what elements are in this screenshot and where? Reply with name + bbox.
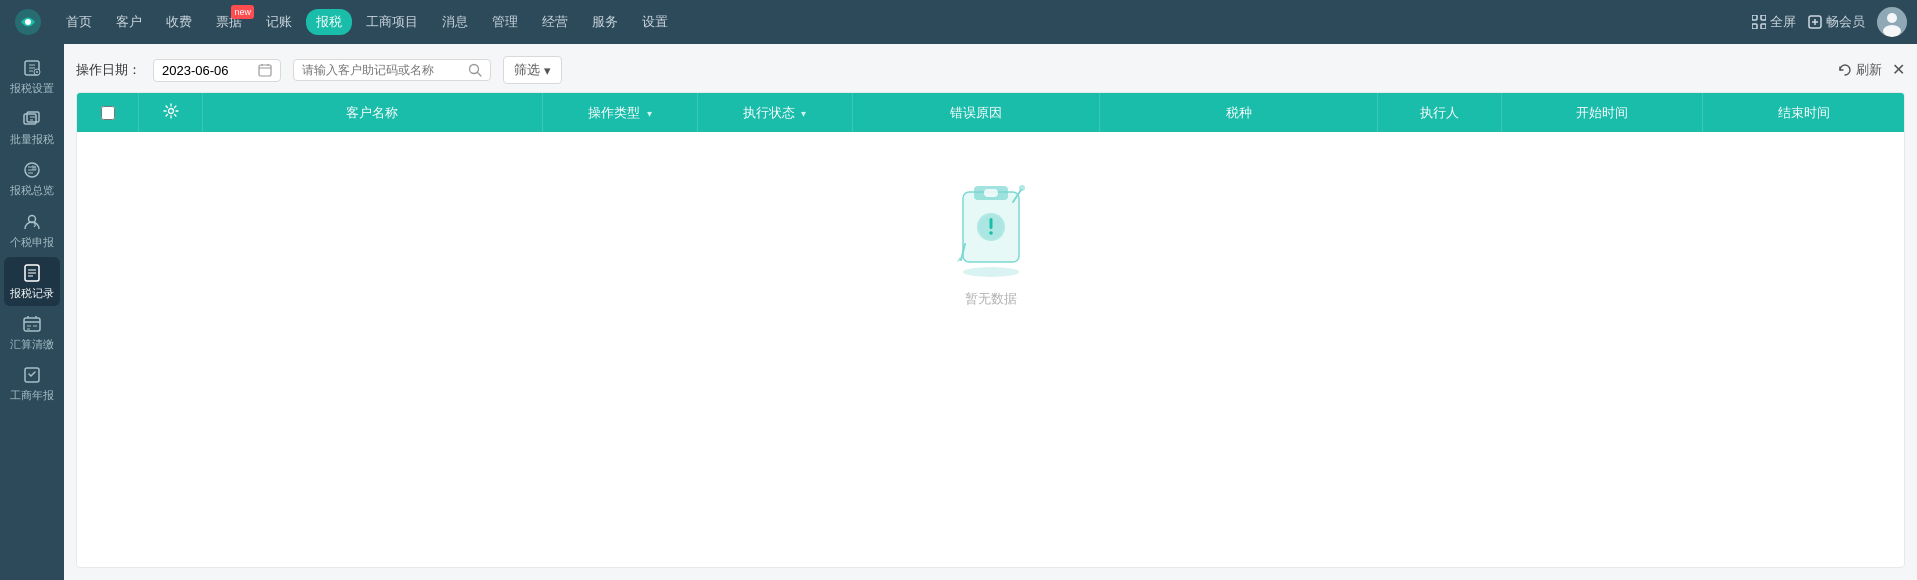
avatar[interactable]: [1877, 7, 1907, 37]
top-nav-right: 全屏 畅会员: [1752, 7, 1907, 37]
chevron-down-icon: ▾: [544, 63, 551, 78]
col-header-tax: 税种: [1100, 93, 1378, 132]
empty-illustration: [941, 172, 1041, 282]
nav-item-manage[interactable]: 管理: [482, 9, 528, 35]
new-badge: new: [231, 5, 254, 19]
data-table: 客户名称 操作类型 ▾ 执行状态 ▾ 错误原因 税种 执行人: [77, 93, 1904, 348]
svg-point-22: [963, 267, 1019, 277]
svg-point-21: [168, 109, 173, 114]
svg-point-9: [1883, 25, 1901, 37]
svg-marker-31: [957, 257, 961, 262]
nav-item-tax[interactable]: 报税: [306, 9, 352, 35]
svg-point-8: [1887, 13, 1897, 23]
empty-text: 暂无数据: [965, 290, 1017, 308]
empty-state: 暂无数据: [77, 132, 1904, 348]
col-header-settings[interactable]: [139, 93, 202, 132]
svg-rect-28: [989, 218, 992, 229]
filter-button[interactable]: 筛选 ▾: [503, 56, 562, 84]
fullscreen-button[interactable]: 全屏: [1752, 13, 1796, 31]
svg-point-1: [25, 19, 31, 25]
table-container: 客户名称 操作类型 ▾ 执行状态 ▾ 错误原因 税种 执行人: [76, 92, 1905, 568]
svg-rect-3: [1761, 15, 1766, 20]
refresh-icon: [1838, 63, 1852, 77]
col-status-label: 执行状态: [743, 105, 795, 120]
table-body: 暂无数据: [77, 132, 1904, 348]
col-header-start: 开始时间: [1502, 93, 1703, 132]
table-header: 客户名称 操作类型 ▾ 执行状态 ▾ 错误原因 税种 执行人: [77, 93, 1904, 132]
sidebar-item-tax-summary[interactable]: 报税总览: [4, 154, 60, 203]
sidebar-item-annual-report[interactable]: 工商年报: [4, 359, 60, 408]
sidebar-item-tax-record[interactable]: 报税记录: [4, 257, 60, 306]
top-navigation: 首页 客户 收费 票据 new 记账 报税 工商项目 消息 管理 经营 服务 设…: [0, 0, 1917, 44]
sidebar-label-tax-settings: 报税设置: [10, 82, 54, 95]
svg-point-29: [989, 231, 993, 235]
nav-item-commerce[interactable]: 工商项目: [356, 9, 428, 35]
col-header-optype[interactable]: 操作类型 ▾: [543, 93, 698, 132]
sidebar-label-batch-tax: 批量报税: [10, 133, 54, 146]
nav-item-message[interactable]: 消息: [432, 9, 478, 35]
svg-point-33: [1019, 185, 1025, 191]
optype-filter-icon: ▾: [647, 108, 652, 119]
nav-item-settings[interactable]: 设置: [632, 9, 678, 35]
search-wrapper[interactable]: [293, 59, 491, 81]
sidebar-item-settlement[interactable]: 汇算清缴: [4, 308, 60, 357]
empty-state-row: 暂无数据: [77, 132, 1904, 348]
nav-item-fee[interactable]: 收费: [156, 9, 202, 35]
sidebar-label-annual-report: 工商年报: [10, 389, 54, 402]
select-all-checkbox[interactable]: [101, 106, 115, 120]
svg-rect-5: [1761, 24, 1766, 29]
svg-rect-4: [1752, 24, 1757, 29]
calendar-icon: [258, 63, 272, 77]
sidebar-label-tax-record: 报税记录: [10, 287, 54, 300]
nav-item-service[interactable]: 服务: [582, 9, 628, 35]
date-input[interactable]: [162, 63, 252, 78]
member-button[interactable]: 畅会员: [1808, 13, 1865, 31]
filter-label: 筛选: [514, 61, 540, 79]
svg-rect-25: [984, 189, 998, 197]
app-logo[interactable]: [10, 4, 46, 40]
settings-icon: [163, 103, 179, 119]
main-layout: 报税设置 批量报税 报税总览 个税申报: [0, 44, 1917, 580]
sidebar-item-tax-settings[interactable]: 报税设置: [4, 52, 60, 101]
col-header-end: 结束时间: [1703, 93, 1904, 132]
nav-item-operation[interactable]: 经营: [532, 9, 578, 35]
nav-item-invoice[interactable]: 票据 new: [206, 9, 252, 35]
main-panel: 操作日期： 筛选 ▾: [64, 44, 1917, 580]
nav-items: 首页 客户 收费 票据 new 记账 报税 工商项目 消息 管理 经营 服务 设…: [56, 9, 1752, 35]
empty-state-cell: 暂无数据: [77, 132, 1904, 348]
svg-rect-19: [259, 65, 271, 76]
col-optype-label: 操作类型: [588, 105, 640, 120]
sidebar-item-personal-tax[interactable]: 个税申报: [4, 206, 60, 255]
sidebar-label-tax-summary: 报税总览: [10, 184, 54, 197]
fullscreen-label: 全屏: [1770, 13, 1796, 31]
sidebar-label-settlement: 汇算清缴: [10, 338, 54, 351]
sidebar-item-batch-tax[interactable]: 批量报税: [4, 103, 60, 152]
svg-rect-17: [24, 318, 40, 331]
nav-item-bookkeeping[interactable]: 记账: [256, 9, 302, 35]
toolbar: 操作日期： 筛选 ▾: [76, 56, 1905, 84]
col-header-client: 客户名称: [202, 93, 542, 132]
sidebar: 报税设置 批量报税 报税总览 个税申报: [0, 44, 64, 580]
col-header-error: 错误原因: [852, 93, 1100, 132]
search-icon: [468, 63, 482, 77]
col-header-checkbox: [77, 93, 139, 132]
col-header-executor: 执行人: [1378, 93, 1502, 132]
refresh-label: 刷新: [1856, 61, 1882, 79]
member-label: 畅会员: [1826, 13, 1865, 31]
nav-item-home[interactable]: 首页: [56, 9, 102, 35]
toolbar-right: 刷新 ✕: [1838, 61, 1905, 79]
refresh-button[interactable]: 刷新: [1838, 61, 1882, 79]
close-button[interactable]: ✕: [1892, 62, 1905, 78]
nav-item-customer[interactable]: 客户: [106, 9, 152, 35]
sidebar-label-personal-tax: 个税申报: [10, 236, 54, 249]
content-area: 操作日期： 筛选 ▾: [64, 44, 1917, 580]
svg-rect-2: [1752, 15, 1757, 20]
date-input-wrapper[interactable]: [153, 59, 281, 82]
search-input[interactable]: [302, 63, 462, 77]
col-header-status[interactable]: 执行状态 ▾: [697, 93, 852, 132]
date-label: 操作日期：: [76, 61, 141, 79]
status-filter-icon: ▾: [801, 108, 806, 119]
